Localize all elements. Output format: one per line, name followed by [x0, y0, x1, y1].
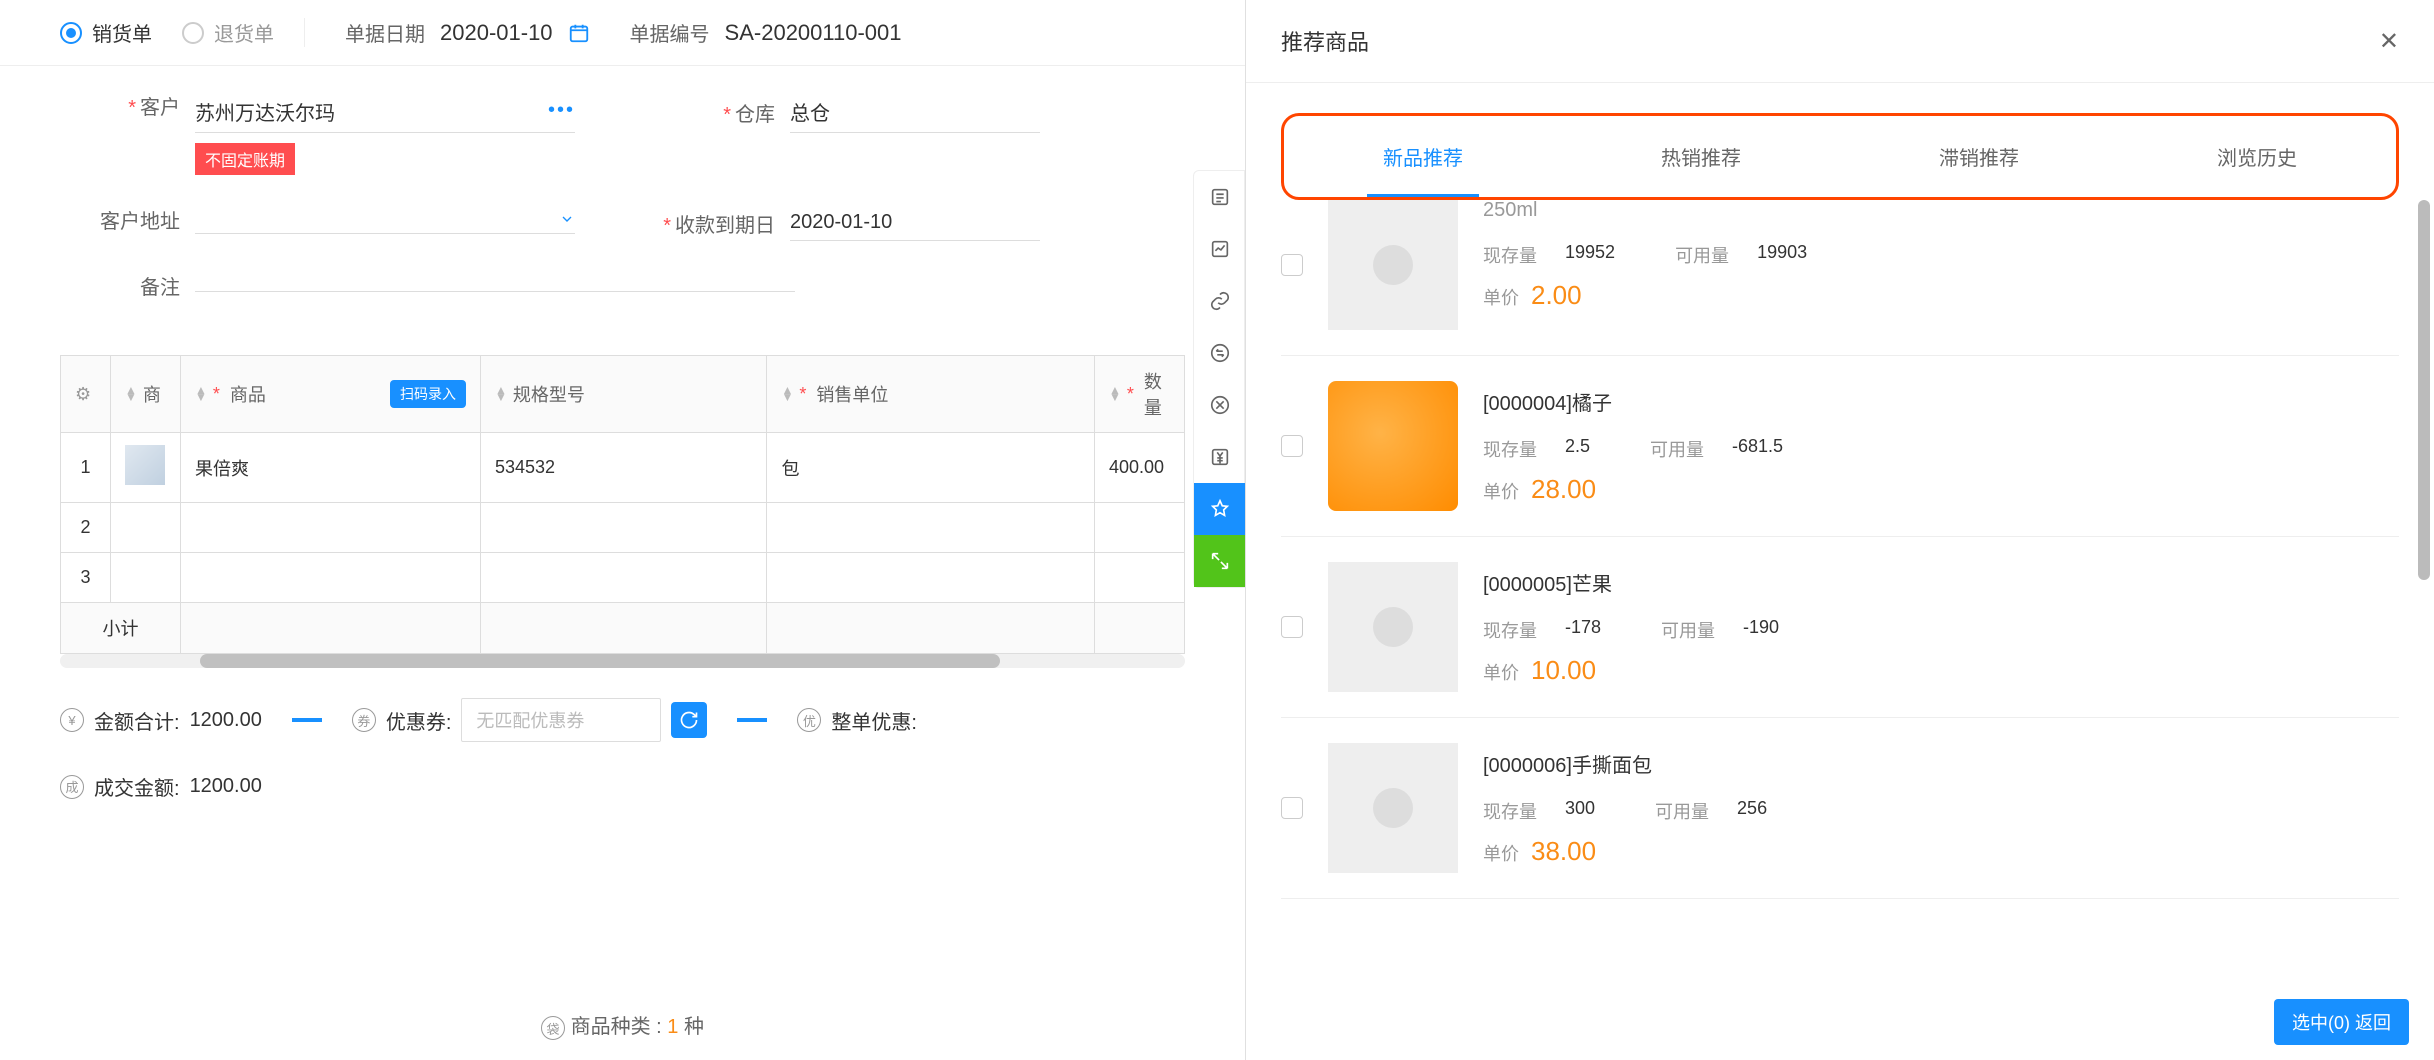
rec-checkbox[interactable] [1281, 797, 1303, 819]
amount-total: ¥ 金额合计: 1200.00 [60, 706, 262, 735]
rec-checkbox[interactable] [1281, 435, 1303, 457]
gear-icon: ⚙ [75, 384, 91, 404]
doc-no-field: 单据编号 SA-20200110-001 [630, 18, 902, 47]
scan-input-button[interactable]: 扫码录入 [390, 380, 466, 408]
col-qty[interactable]: ▲▼*数量 [1095, 356, 1185, 433]
rec-checkbox[interactable] [1281, 254, 1303, 276]
refresh-button[interactable] [671, 702, 707, 738]
line-items-table: ⚙ ▲▼商 ▲▼*商品扫码录入 ▲▼规格型号 ▲▼*销售单位 ▲▼*数量 1果倍… [60, 355, 1185, 654]
rec-item[interactable]: [0000006]手撕面包现存量300可用量256单价38.00 [1281, 718, 2399, 899]
side-toolbar [1193, 170, 1245, 588]
tool-link-icon[interactable] [1194, 275, 1246, 327]
rec-item[interactable]: 250ml现存量19952可用量19903单价2.00 [1281, 200, 2399, 356]
recommended-products-panel: 推荐商品 ✕ 新品推荐热销推荐滞销推荐浏览历史 250ml现存量19952可用量… [1245, 0, 2434, 1060]
due-date-input[interactable]: 2020-01-10 [790, 205, 1040, 241]
close-icon[interactable]: ✕ [2379, 27, 2399, 56]
warehouse-label: 仓库 [735, 104, 775, 126]
product-image [1328, 743, 1458, 873]
addr-label: 客户地址 [60, 205, 180, 234]
footer-summary: 袋 商品种类 : 1 种 [0, 1010, 1245, 1040]
product-image [1328, 381, 1458, 511]
col-unit[interactable]: ▲▼*销售单位 [767, 356, 1095, 433]
coupon-input[interactable]: 无匹配优惠券 [461, 698, 661, 742]
rec-tab-2[interactable]: 滞销推荐 [1840, 124, 2118, 189]
minus-icon [737, 718, 767, 722]
tab-label: 销货单 [92, 18, 152, 47]
tool-star-icon[interactable] [1194, 483, 1246, 535]
yen-icon: ¥ [60, 708, 84, 732]
rec-item-name: 250ml [1483, 200, 2399, 222]
rec-checkbox[interactable] [1281, 616, 1303, 638]
col-merchant[interactable]: ▲▼商 [111, 356, 181, 433]
rec-tab-1[interactable]: 热销推荐 [1562, 124, 1840, 189]
calendar-icon[interactable] [568, 22, 590, 44]
due-label: 收款到期日 [675, 215, 775, 237]
panel-title: 推荐商品 [1281, 25, 1369, 57]
customer-label: 客户 [140, 97, 180, 119]
account-period-badge: 不固定账期 [195, 143, 295, 175]
rec-tab-0[interactable]: 新品推荐 [1284, 124, 1562, 189]
tab-label: 退货单 [214, 18, 274, 47]
horizontal-scrollbar[interactable] [60, 654, 1185, 668]
tool-yen-icon[interactable] [1194, 431, 1246, 483]
rec-tab-3[interactable]: 浏览历史 [2118, 124, 2396, 189]
table-row[interactable]: 3 [61, 553, 1185, 603]
tool-swap-icon[interactable] [1194, 327, 1246, 379]
remark-label: 备注 [60, 271, 180, 300]
selected-return-button[interactable]: 选中(0) 返回 [2274, 999, 2409, 1045]
bag-icon: 袋 [541, 1016, 565, 1040]
more-dots-icon[interactable]: ••• [548, 99, 575, 122]
subtotal-row: 小计 [61, 603, 1185, 654]
coupon-field: 券 优惠券: 无匹配优惠券 [352, 698, 708, 742]
customer-input[interactable]: 苏州万达沃尔玛 ••• [195, 91, 575, 133]
col-product[interactable]: ▲▼*商品扫码录入 [181, 356, 481, 433]
tool-list-icon[interactable] [1194, 171, 1246, 223]
chevron-down-icon [559, 211, 575, 227]
doc-date-field[interactable]: 单据日期 2020-01-10 [345, 18, 590, 47]
col-spec[interactable]: ▲▼规格型号 [481, 356, 767, 433]
warehouse-select[interactable]: 总仓 [790, 91, 1040, 133]
discount-icon: 优 [797, 708, 821, 732]
rec-item-name: [0000004]橘子 [1483, 387, 2399, 416]
table-row[interactable]: 2 [61, 503, 1185, 553]
product-image [1328, 562, 1458, 692]
product-thumb-icon [125, 445, 165, 485]
coupon-icon: 券 [352, 708, 376, 732]
tool-chart-icon[interactable] [1194, 223, 1246, 275]
tab-return-order[interactable]: 退货单 [182, 18, 274, 47]
tool-expand-icon[interactable] [1194, 535, 1246, 587]
sales-order-form: 销货单 退货单 单据日期 2020-01-10 单据编号 SA-20200110… [0, 0, 1245, 1060]
vertical-scrollbar[interactable] [2418, 200, 2430, 580]
rec-item-name: [0000006]手撕面包 [1483, 749, 2399, 778]
recommendation-tabs: 新品推荐热销推荐滞销推荐浏览历史 [1281, 113, 2399, 200]
deal-icon: 成 [60, 775, 84, 799]
table-row[interactable]: 1果倍爽534532包400.00 [61, 433, 1185, 503]
rec-item-name: [0000005]芒果 [1483, 568, 2399, 597]
product-image [1328, 200, 1458, 330]
minus-icon [292, 718, 322, 722]
rec-item[interactable]: [0000005]芒果现存量-178可用量-190单价10.00 [1281, 537, 2399, 718]
remark-input[interactable] [195, 279, 795, 292]
deal-amount: 成 成交金额: 1200.00 [60, 772, 262, 801]
rec-item[interactable]: [0000004]橘子现存量2.5可用量-681.5单价28.00 [1281, 356, 2399, 537]
settings-column[interactable]: ⚙ [61, 356, 111, 433]
tab-sales-order[interactable]: 销货单 [60, 18, 152, 47]
recommendation-list: 250ml现存量19952可用量19903单价2.00[0000004]橘子现存… [1246, 200, 2434, 984]
whole-discount: 优 整单优惠: [797, 706, 917, 735]
addr-select[interactable] [195, 205, 575, 234]
tool-cancel-icon[interactable] [1194, 379, 1246, 431]
doc-header: 销货单 退货单 单据日期 2020-01-10 单据编号 SA-20200110… [0, 0, 1245, 66]
